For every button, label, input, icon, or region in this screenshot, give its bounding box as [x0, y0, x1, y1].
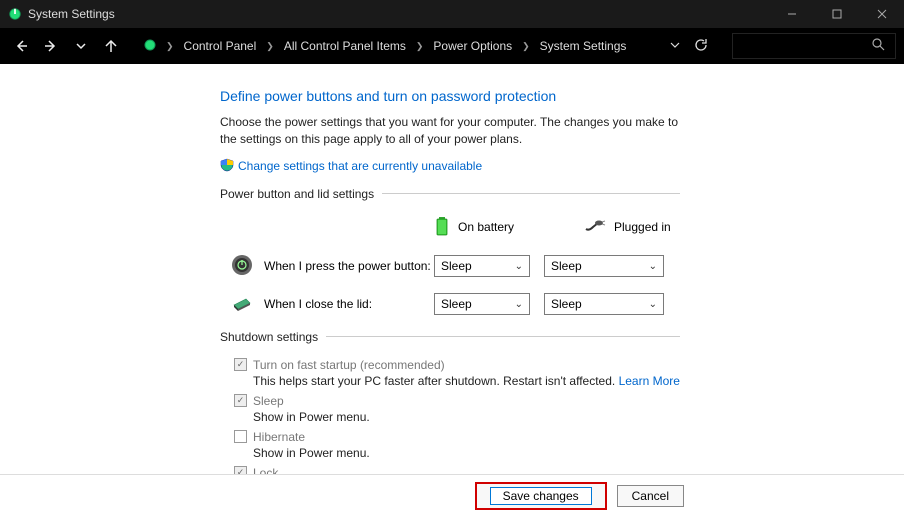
navbar: ❯ Control Panel ❯ All Control Panel Item…: [0, 28, 904, 64]
maximize-button[interactable]: [814, 0, 859, 28]
plugged-in-label: Plugged in: [614, 220, 671, 234]
lock-checkbox[interactable]: ✓: [234, 466, 247, 474]
window-title: System Settings: [28, 7, 115, 21]
power-button-row: When I press the power button: Sleep⌄ Sl…: [220, 254, 904, 279]
breadcrumb-item[interactable]: Power Options: [431, 37, 514, 55]
page-title: Define power buttons and turn on passwor…: [220, 88, 904, 104]
address-bar[interactable]: ❯ Control Panel ❯ All Control Panel Item…: [134, 33, 722, 59]
close-lid-plugged-select[interactable]: Sleep⌄: [544, 293, 664, 315]
chevron-down-icon[interactable]: [670, 39, 680, 53]
chevron-right-icon: ❯: [262, 41, 278, 52]
section-power-button-lid: Power button and lid settings: [220, 187, 680, 201]
fast-startup-option: ✓Turn on fast startup (recommended) This…: [234, 358, 904, 388]
close-lid-battery-select[interactable]: Sleep⌄: [434, 293, 530, 315]
back-button[interactable]: [8, 32, 34, 60]
hibernate-checkbox[interactable]: [234, 430, 247, 443]
up-button[interactable]: [98, 32, 124, 60]
lock-option: ✓Lock Show in account picture menu.: [234, 466, 904, 474]
search-input[interactable]: [732, 33, 896, 59]
power-icon: [231, 254, 253, 279]
app-icon: [8, 7, 22, 21]
search-icon: [872, 38, 885, 54]
power-button-battery-select[interactable]: Sleep⌄: [434, 255, 530, 277]
close-lid-label: When I close the lid:: [264, 297, 434, 311]
on-battery-label: On battery: [458, 220, 514, 234]
plug-icon: [584, 219, 606, 236]
cancel-button[interactable]: Cancel: [617, 485, 684, 507]
forward-button[interactable]: [38, 32, 64, 60]
hibernate-desc: Show in Power menu.: [234, 446, 904, 460]
chevron-right-icon: ❯: [162, 41, 178, 52]
breadcrumb-item[interactable]: System Settings: [538, 37, 629, 55]
chevron-down-icon: ⌄: [649, 299, 657, 310]
footer: Save changes Cancel: [0, 474, 904, 516]
chevron-down-icon: ⌄: [515, 261, 523, 272]
battery-icon: [434, 215, 450, 240]
address-icon: [142, 37, 158, 56]
section-shutdown: Shutdown settings: [220, 330, 680, 344]
minimize-button[interactable]: [769, 0, 814, 28]
recent-dropdown[interactable]: [68, 32, 94, 60]
window-controls: [769, 0, 904, 28]
shield-icon: [220, 158, 234, 175]
power-button-plugged-select[interactable]: Sleep⌄: [544, 255, 664, 277]
chevron-down-icon: ⌄: [649, 261, 657, 272]
save-changes-button[interactable]: Save changes: [475, 482, 607, 510]
sleep-option: ✓Sleep Show in Power menu.: [234, 394, 904, 424]
hibernate-option: Hibernate Show in Power menu.: [234, 430, 904, 460]
close-lid-row: When I close the lid: Sleep⌄ Sleep⌄: [220, 293, 904, 316]
chevron-right-icon: ❯: [412, 41, 428, 52]
learn-more-link[interactable]: Learn More: [619, 374, 680, 388]
titlebar: System Settings: [0, 0, 904, 28]
close-button[interactable]: [859, 0, 904, 28]
content-pane: Define power buttons and turn on passwor…: [0, 64, 904, 474]
breadcrumb-item[interactable]: Control Panel: [182, 37, 259, 55]
breadcrumb-item[interactable]: All Control Panel Items: [282, 37, 408, 55]
chevron-down-icon: ⌄: [515, 299, 523, 310]
refresh-button[interactable]: [694, 38, 708, 55]
fast-startup-desc: This helps start your PC faster after sh…: [234, 374, 904, 388]
sleep-checkbox[interactable]: ✓: [234, 394, 247, 407]
fast-startup-checkbox[interactable]: ✓: [234, 358, 247, 371]
power-button-label: When I press the power button:: [264, 259, 434, 273]
column-headers: On battery Plugged in: [220, 215, 904, 240]
page-description: Choose the power settings that you want …: [220, 114, 680, 148]
laptop-icon: [230, 293, 254, 316]
sleep-desc: Show in Power menu.: [234, 410, 904, 424]
chevron-right-icon: ❯: [518, 41, 534, 52]
change-settings-link[interactable]: Change settings that are currently unava…: [238, 159, 482, 173]
